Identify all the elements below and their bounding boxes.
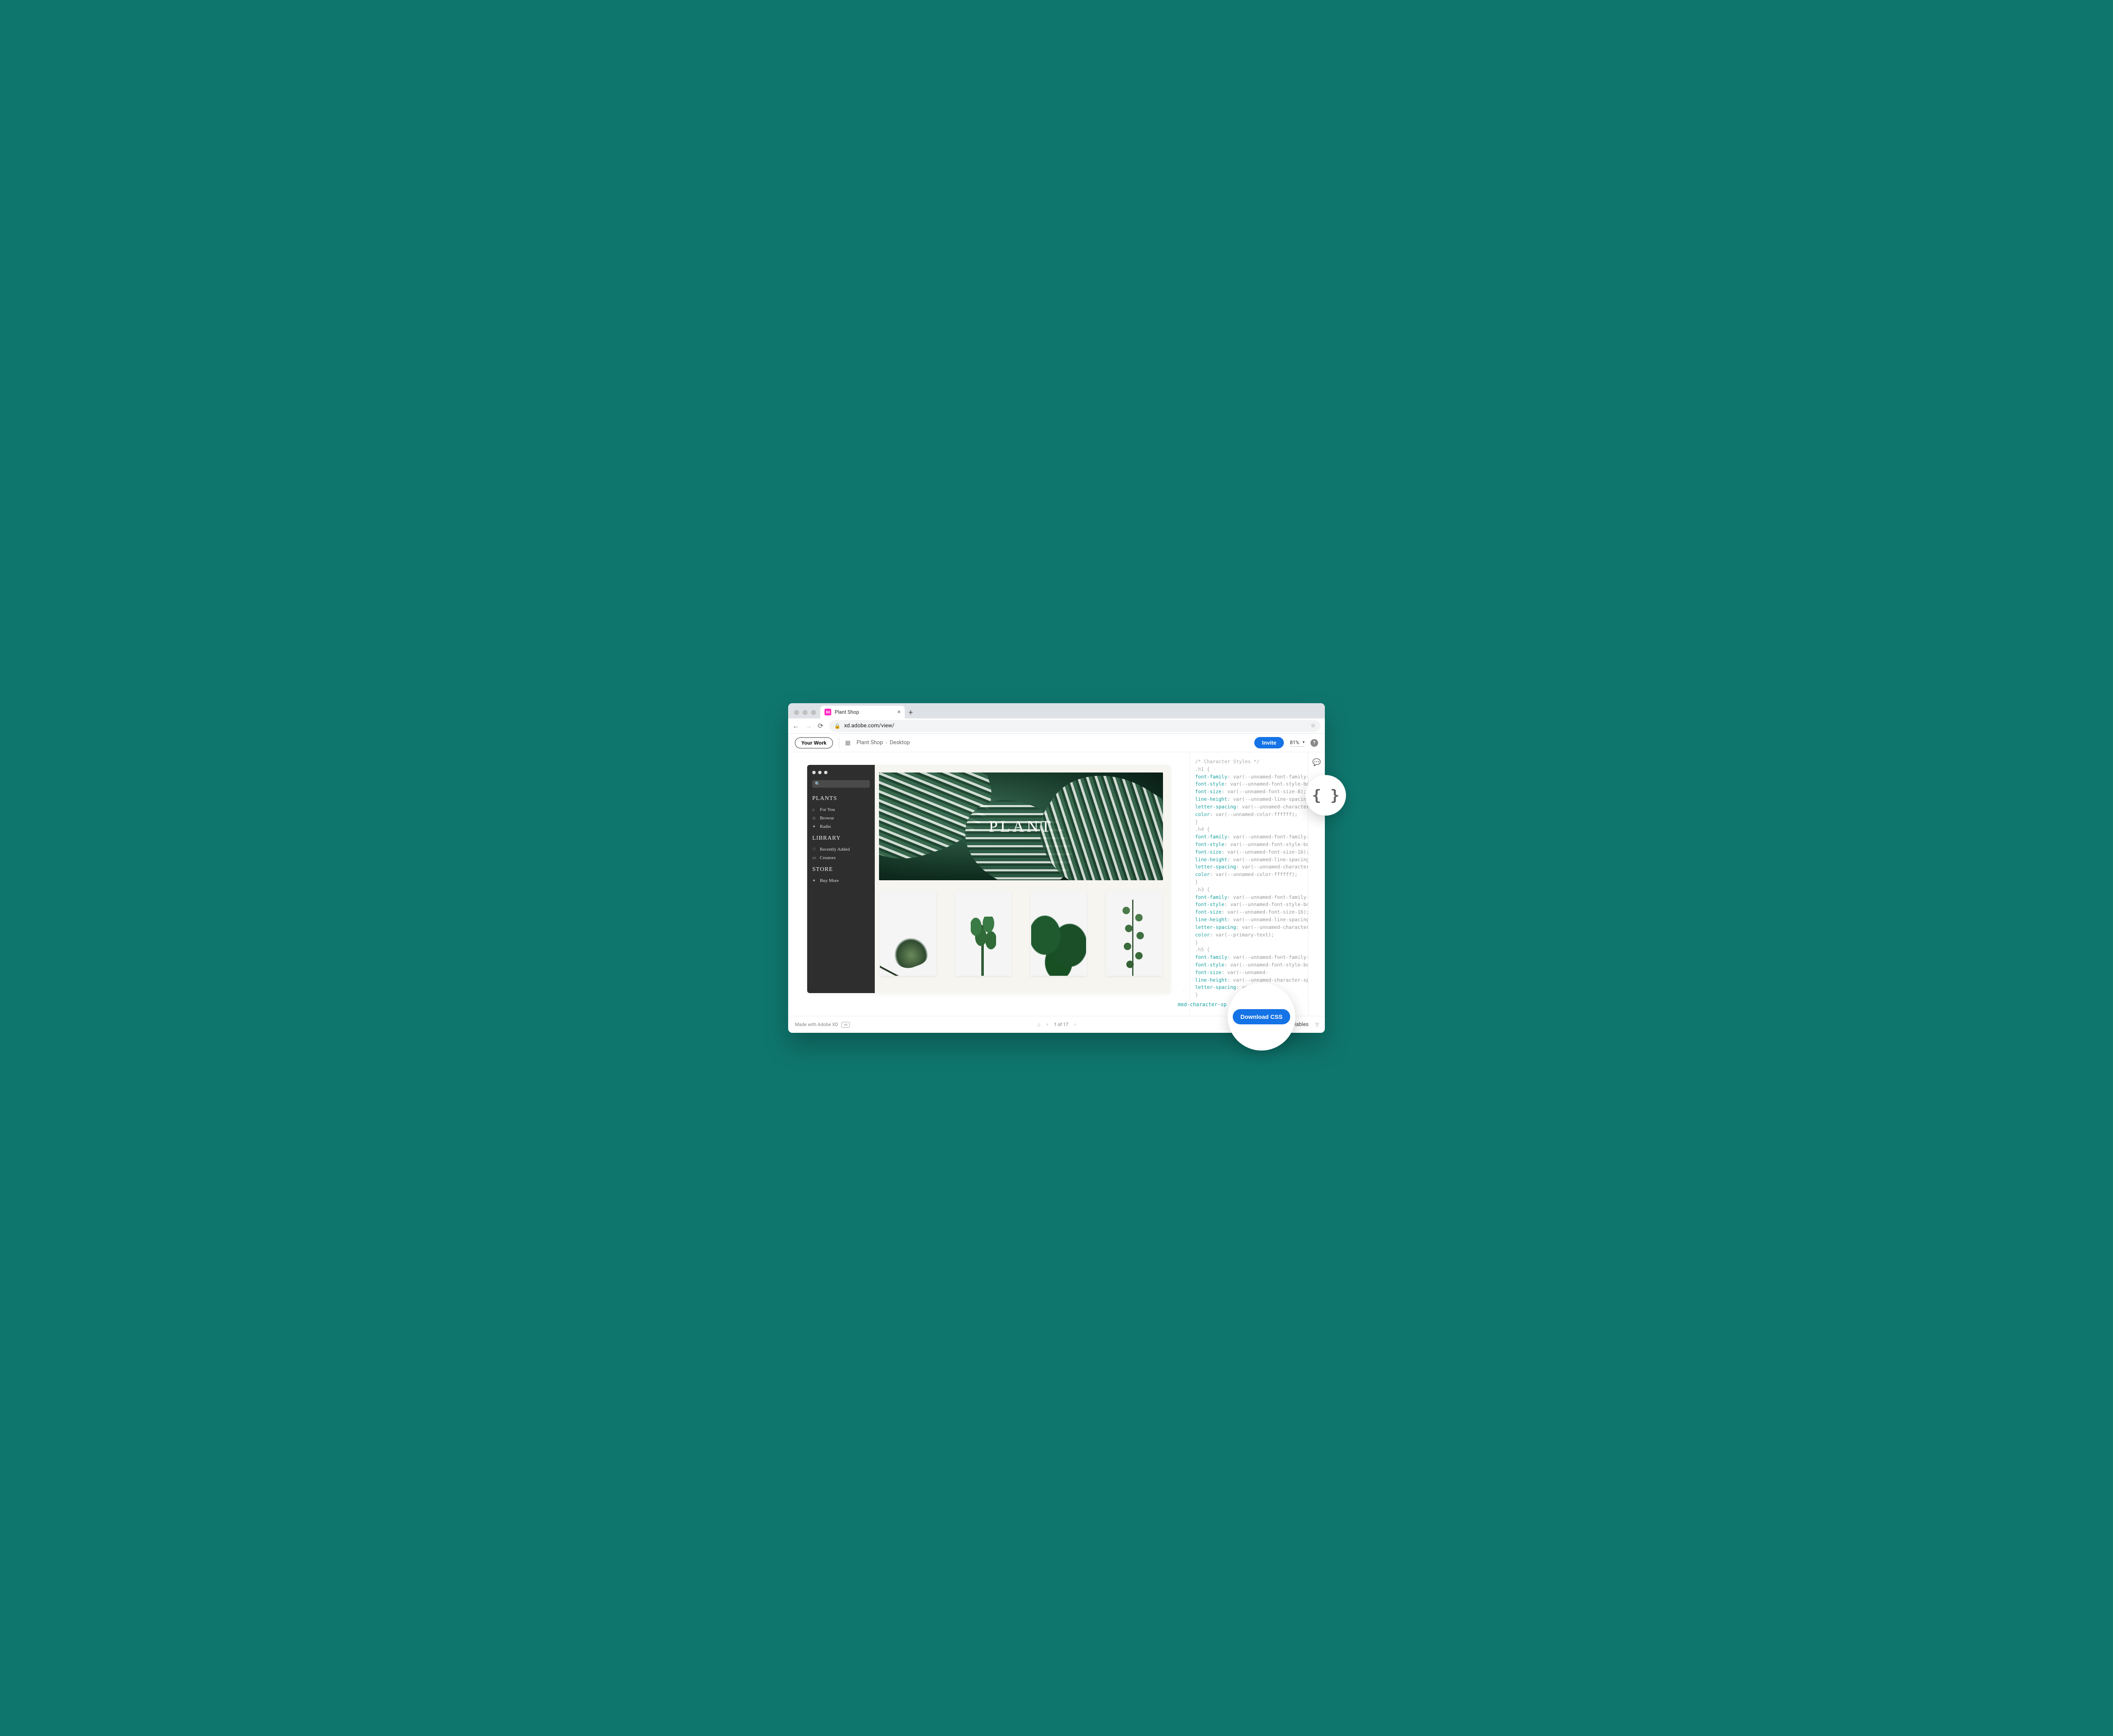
window-controls — [792, 710, 820, 718]
window-maximize-icon[interactable] — [811, 710, 816, 715]
url-text: xd.adobe.com/view/ — [844, 723, 894, 729]
braces-icon: { } — [1312, 787, 1339, 804]
browser-tab-strip: Xd Plant Shop × + — [788, 703, 1325, 718]
app-header: Your Work ▦ Plant Shop › Desktop Invite … — [788, 734, 1325, 752]
plant-thumbnail[interactable] — [1030, 891, 1087, 976]
sidebar-item[interactable]: ◇ Browse — [812, 814, 870, 822]
hero-label: PLANT — [989, 817, 1053, 836]
design-sidebar: 🔍 PLANTS ⌂ For You ◇ Browse ✦ Radio LIBRARY ♡ Rec… — [807, 765, 875, 993]
app-body: 🔍 PLANTS ⌂ For You ◇ Browse ✦ Radio LIBRARY ♡ Rec… — [788, 752, 1325, 1016]
chevron-down-icon: ▾ — [1302, 740, 1305, 745]
design-main: PLANT — [875, 765, 1171, 993]
sidebar-item[interactable]: ✦ Buy More — [812, 876, 870, 885]
filter-icon[interactable]: ▽ — [1316, 1022, 1319, 1027]
breadcrumb: Plant Shop › Desktop — [857, 740, 910, 746]
download-css-button[interactable]: Download CSS — [1233, 1009, 1290, 1024]
mock-window-controls — [812, 771, 870, 774]
invite-button[interactable]: Invite — [1254, 737, 1284, 748]
sidebar-item-icon: ▭ — [812, 856, 816, 860]
plant-thumbnail[interactable] — [1106, 891, 1162, 976]
sidebar-item-icon: ✦ — [812, 824, 816, 829]
made-with-label: Made with Adobe XD — [795, 1022, 838, 1027]
window-minimize-icon[interactable] — [803, 710, 808, 715]
zoom-dropdown[interactable]: 81% ▾ — [1290, 739, 1305, 747]
tab-title: Plant Shop — [835, 709, 859, 715]
browser-tab[interactable]: Xd Plant Shop × — [820, 706, 905, 718]
new-tab-button[interactable]: + — [905, 707, 917, 718]
sidebar-item-icon: ✦ — [812, 879, 816, 883]
sidebar-section-heading: LIBRARY — [812, 835, 870, 842]
sidebar-item-label: Buy More — [820, 878, 839, 883]
sidebar-item-label: Creators — [820, 855, 835, 860]
sidebar-section-heading: PLANTS — [812, 795, 870, 802]
help-icon[interactable]: ? — [1310, 739, 1318, 747]
browser-window: Xd Plant Shop × + ← → ⟳ 🔒 xd.adobe.com/v… — [788, 703, 1325, 1033]
sidebar-item-label: Radio — [820, 824, 831, 829]
css-code-panel[interactable]: /* Character Styles */ .h1 { font-family… — [1190, 752, 1308, 1016]
sidebar-item[interactable]: ✦ Radio — [812, 822, 870, 831]
page-indicator: 1 of 17 — [1054, 1022, 1068, 1027]
sidebar-item-label: For You — [820, 807, 835, 812]
comment-icon[interactable]: 💬 — [1313, 758, 1321, 766]
resize-handle-icon[interactable]: ⋰ — [1183, 988, 1186, 992]
hero-image[interactable]: PLANT — [879, 772, 1163, 880]
canvas-area[interactable]: 🔍 PLANTS ⌂ For You ◇ Browse ✦ Radio LIBRARY ♡ Rec… — [788, 752, 1190, 1016]
plant-thumbnail[interactable] — [955, 891, 1012, 976]
bookmark-star-icon[interactable]: ☆ — [1310, 723, 1316, 729]
search-icon: 🔍 — [815, 782, 820, 786]
chevron-right-icon: › — [885, 740, 887, 746]
nav-forward-icon[interactable]: → — [805, 722, 812, 730]
window-close-icon[interactable] — [794, 710, 799, 715]
nav-back-icon[interactable]: ← — [792, 722, 799, 730]
sidebar-section-heading: STORE — [812, 866, 870, 873]
dot-icon — [818, 771, 822, 774]
sidebar-item[interactable]: ♡ Recently Added — [812, 845, 870, 854]
tab-close-icon[interactable]: × — [898, 709, 901, 715]
xd-favicon-icon: Xd — [824, 709, 831, 715]
your-work-button[interactable]: Your Work — [795, 737, 833, 748]
sidebar-item-label: Browse — [820, 816, 834, 821]
prev-page-icon[interactable]: ‹ — [1046, 1021, 1048, 1028]
lock-icon: 🔒 — [834, 723, 841, 729]
url-field[interactable]: 🔒 xd.adobe.com/view/ ☆ — [829, 720, 1321, 732]
dot-icon — [824, 771, 827, 774]
creative-cloud-icon: ∞ — [841, 1022, 850, 1028]
thumbnail-row — [879, 891, 1163, 976]
plant-thumbnail[interactable] — [880, 891, 936, 976]
breadcrumb-page[interactable]: Desktop — [890, 740, 910, 746]
dot-icon — [812, 771, 816, 774]
nav-reload-icon[interactable]: ⟳ — [818, 722, 823, 730]
artboard[interactable]: 🔍 PLANTS ⌂ For You ◇ Browse ✦ Radio LIBRARY ♡ Rec… — [807, 765, 1171, 993]
sidebar-item[interactable]: ⌂ For You — [812, 805, 870, 814]
home-icon[interactable]: ⌂ — [1037, 1021, 1040, 1028]
sidebar-item[interactable]: ▭ Creators — [812, 854, 870, 862]
zoom-value: 81% — [1290, 740, 1299, 745]
sidebar-item-icon: ♡ — [812, 847, 816, 852]
callout-snippet-text: med-character-sp — [1178, 1002, 1227, 1007]
next-page-icon[interactable]: › — [1074, 1021, 1076, 1028]
design-search-field[interactable]: 🔍 — [812, 780, 870, 788]
sidebar-item-label: Recently Added — [820, 847, 850, 852]
artboard-grid-icon[interactable]: ▦ — [845, 740, 851, 746]
sidebar-item-icon: ◇ — [812, 816, 816, 821]
sidebar-item-icon: ⌂ — [812, 808, 816, 812]
download-css-callout: med-character-sp Download CSS — [1228, 983, 1295, 1051]
code-braces-callout: { } — [1305, 775, 1346, 816]
breadcrumb-project[interactable]: Plant Shop — [857, 740, 883, 746]
address-bar: ← → ⟳ 🔒 xd.adobe.com/view/ ☆ — [788, 718, 1325, 734]
